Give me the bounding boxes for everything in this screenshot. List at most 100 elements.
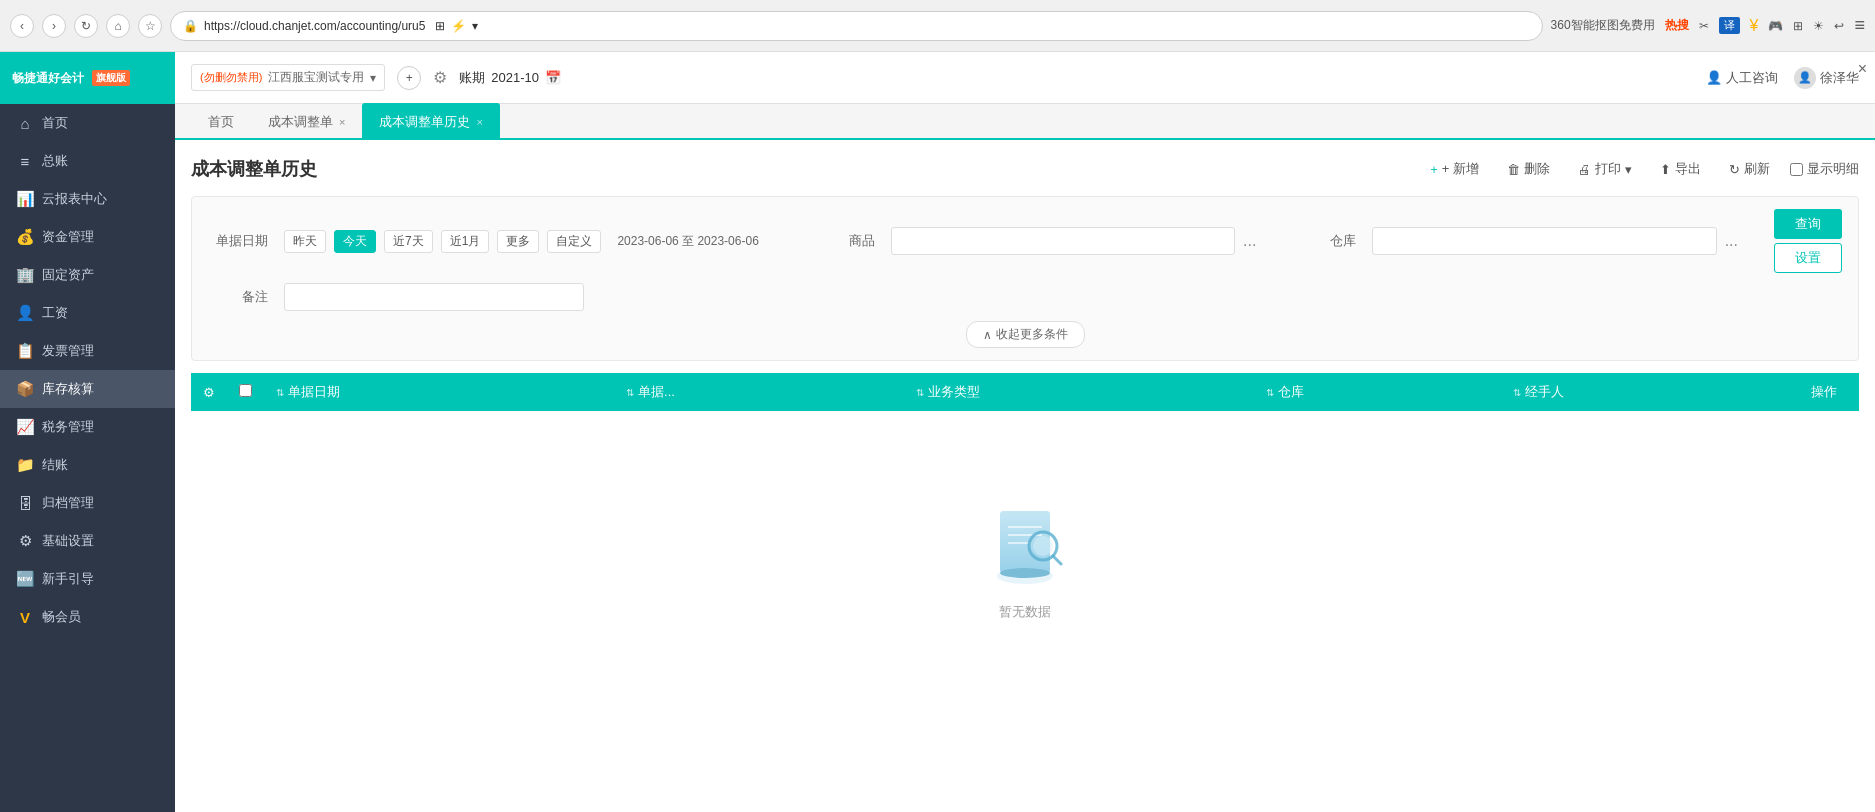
sidebar: 畅捷通好会计 旗舰版 ⌂ 首页 ≡ 总账 📊 云报表中心 💰 资金管理 🏢 固定… [0,52,175,812]
translate-icon[interactable]: 译 [1719,17,1740,34]
logo-text: 畅捷通好会计 [12,70,84,87]
tab-cost-adjust-history-close[interactable]: × [476,116,482,128]
th-ops: 操作 [1799,373,1859,411]
collapse-arrow-icon: ∧ [983,328,992,342]
archive-icon: 🗄 [16,495,34,512]
sidebar-item-tax[interactable]: 📈 税务管理 [0,408,175,446]
browser-chrome: ‹ › ↻ ⌂ ☆ 🔒 https://cloud.chanjet.com/ac… [0,0,1875,52]
menu-icon[interactable]: ≡ [1854,15,1865,36]
export-button[interactable]: ⬆ 导出 [1652,156,1709,182]
add-tab-button[interactable]: + [397,66,421,90]
remark-input[interactable] [284,283,584,311]
th-gear[interactable]: ⚙ [191,373,227,411]
sidebar-item-settings[interactable]: ⚙ 基础设置 [0,522,175,560]
company-selector[interactable]: (勿删勿禁用) 江西服宝测试专用 ▾ [191,64,385,91]
tab-cost-adjust-history-label: 成本调整单历史 [379,113,470,131]
goods-input-group: ... [891,227,1261,255]
tab-home[interactable]: 首页 [191,103,251,139]
sidebar-item-archive[interactable]: 🗄 归档管理 [0,484,175,522]
refresh-button[interactable]: ↻ 刷新 [1721,156,1778,182]
query-button[interactable]: 查询 [1774,209,1842,239]
sort-icon-number: ⇅ [626,387,634,398]
coin-icon[interactable]: ¥ [1750,17,1759,35]
sidebar-item-inventory[interactable]: 📦 库存核算 [0,370,175,408]
date-btn-more[interactable]: 更多 [497,230,539,253]
tab-cost-adjust-close[interactable]: × [339,116,345,128]
settings-button[interactable]: 设置 [1774,243,1842,273]
sidebar-label-closing: 结账 [42,456,68,474]
sidebar-item-reports[interactable]: 📊 云报表中心 [0,180,175,218]
delete-label: 删除 [1524,160,1550,178]
goods-input[interactable] [891,227,1235,255]
home-icon: ⌂ [16,115,34,132]
new-button[interactable]: + + 新增 [1422,156,1487,182]
th-date-label: 单据日期 [288,383,340,401]
company-warning: (勿删勿禁用) [200,70,262,85]
date-btn-1month[interactable]: 近1月 [441,230,490,253]
sidebar-item-guide[interactable]: 🆕 新手引导 [0,560,175,598]
home-button[interactable]: ⌂ [106,14,130,38]
sidebar-item-ledger[interactable]: ≡ 总账 [0,142,175,180]
print-label: 打印 [1595,160,1621,178]
chevron-down-icon[interactable]: ▾ [472,19,478,33]
calendar-icon[interactable]: 📅 [545,70,561,85]
vip-icon: V [16,609,34,626]
empty-text: 暂无数据 [999,603,1051,621]
consult-btn[interactable]: 👤 人工咨询 [1706,69,1778,87]
goods-more-icon[interactable]: ... [1239,232,1260,250]
date-btn-today[interactable]: 今天 [334,230,376,253]
hot-label: 热搜 [1665,17,1689,34]
sidebar-item-finance[interactable]: 💰 资金管理 [0,218,175,256]
tab-cost-adjust[interactable]: 成本调整单 × [251,103,362,139]
collapse-button[interactable]: ∧ 收起更多条件 [966,321,1085,348]
sidebar-item-payroll[interactable]: 👤 工资 [0,294,175,332]
game-icon[interactable]: 🎮 [1768,19,1783,33]
sidebar-item-vip[interactable]: V 畅会员 [0,598,175,636]
tab-cost-adjust-history[interactable]: 成本调整单历史 × [362,103,499,139]
svg-point-8 [1033,536,1053,556]
delete-button[interactable]: 🗑 删除 [1499,156,1558,182]
close-right-button[interactable]: × [1850,52,1875,86]
th-operator-label: 经手人 [1525,383,1564,401]
print-button[interactable]: 🖨 打印 ▾ [1570,156,1640,182]
gear-icon-topbar[interactable]: ⚙ [433,68,447,87]
forward-button[interactable]: › [42,14,66,38]
select-all-checkbox[interactable] [239,384,252,397]
search-label[interactable]: 360智能抠图免费用 [1551,17,1655,34]
lock-icon: 🔒 [183,19,198,33]
date-btn-7days[interactable]: 近7天 [384,230,433,253]
sidebar-label-assets: 固定资产 [42,266,94,284]
sidebar-item-invoice[interactable]: 📋 发票管理 [0,332,175,370]
th-number: ⇅ 单据... [614,373,904,411]
date-btn-yesterday[interactable]: 昨天 [284,230,326,253]
scissors-icon[interactable]: ✂ [1699,19,1709,33]
warehouse-more-icon[interactable]: ... [1721,232,1742,250]
sun-icon[interactable]: ☀ [1813,19,1824,33]
empty-state-row: 暂无数据 [191,411,1859,701]
grid-icon[interactable]: ⊞ [1793,19,1803,33]
top-bar: (勿删勿禁用) 江西服宝测试专用 ▾ + ⚙ 账期 2021-10 📅 👤 人工… [175,52,1875,104]
filter-row-1: 单据日期 昨天 今天 近7天 近1月 更多 自定义 2023-06-06 至 2… [208,209,1842,273]
delete-icon: 🗑 [1507,162,1520,177]
sidebar-item-closing[interactable]: 📁 结账 [0,446,175,484]
warehouse-input-group: ... [1372,227,1742,255]
show-cols-toggle[interactable]: 显示明细 [1790,160,1859,178]
undo-icon[interactable]: ↩ [1834,19,1844,33]
reload-button[interactable]: ↻ [74,14,98,38]
gear-icon-table[interactable]: ⚙ [203,385,215,400]
url-text: https://cloud.chanjet.com/accounting/uru… [204,19,425,33]
main-area: (勿删勿禁用) 江西服宝测试专用 ▾ + ⚙ 账期 2021-10 📅 👤 人工… [175,52,1875,812]
sort-icon-date: ⇅ [276,387,284,398]
empty-state: 暂无数据 [191,411,1859,701]
th-checkbox[interactable] [227,373,264,411]
date-btn-custom[interactable]: 自定义 [547,230,601,253]
bookmark-button[interactable]: ☆ [138,14,162,38]
sort-icon-warehouse: ⇅ [1266,387,1274,398]
sidebar-item-home[interactable]: ⌂ 首页 [0,104,175,142]
url-bar[interactable]: 🔒 https://cloud.chanjet.com/accounting/u… [170,11,1543,41]
warehouse-input[interactable] [1372,227,1716,255]
back-button[interactable]: ‹ [10,14,34,38]
sidebar-item-assets[interactable]: 🏢 固定资产 [0,256,175,294]
show-cols-checkbox[interactable] [1790,163,1803,176]
inventory-icon: 📦 [16,380,34,398]
